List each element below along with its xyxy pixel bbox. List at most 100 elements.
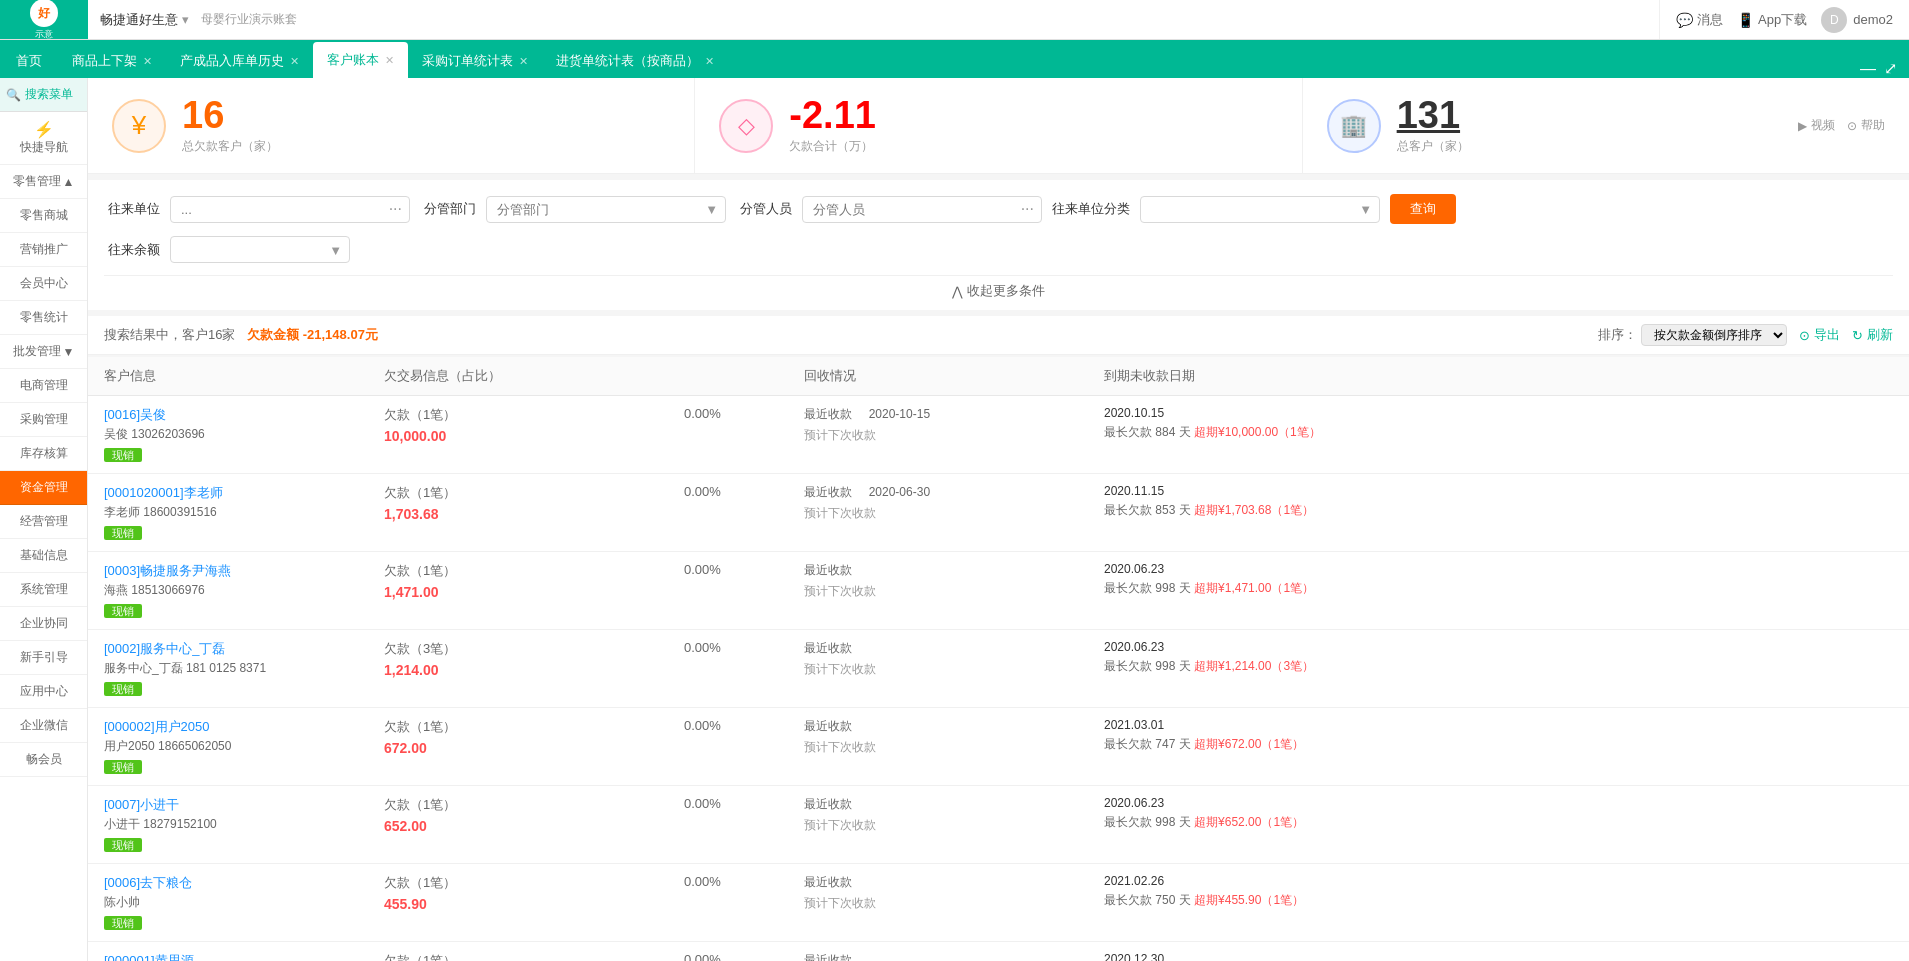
balance-label: 往来余额: [104, 241, 160, 259]
overdue-link-1[interactable]: 超期¥10,000.00（1笔）: [1194, 425, 1321, 439]
from-unit-input[interactable]: [170, 196, 410, 223]
tab-maximize-btn[interactable]: ⤢: [1884, 59, 1897, 78]
overdue-link-5[interactable]: 超期¥672.00（1笔）: [1194, 737, 1304, 751]
sidebar-item-ecommerce[interactable]: 电商管理: [0, 369, 87, 403]
tab-home[interactable]: 首页: [0, 44, 58, 78]
help-btn[interactable]: ⊙ 帮助: [1847, 117, 1885, 134]
from-unit-label: 往来单位: [104, 200, 160, 218]
sidebar-item-system[interactable]: 系统管理: [0, 573, 87, 607]
export-btn[interactable]: ⊙ 导出: [1799, 326, 1840, 344]
logo-icon: 好: [30, 0, 58, 27]
overdue-link-6[interactable]: 超期¥652.00（1笔）: [1194, 815, 1304, 829]
customer-link-1[interactable]: [0016]吴俊: [104, 407, 166, 422]
sidebar-item-member-center[interactable]: 会员中心: [0, 267, 87, 301]
top-right-tools: 💬 消息 📱 App下载 D demo2: [1659, 0, 1909, 39]
tab-close-customer-account[interactable]: ✕: [385, 54, 394, 67]
chevron-icon-2: ▼: [63, 345, 75, 359]
sidebar-item-purchase-mgmt[interactable]: 采购管理: [0, 403, 87, 437]
collection-6: 最近收款: [804, 796, 1072, 813]
sidebar-item-retail-mgmt[interactable]: 零售管理 ▲: [0, 165, 87, 199]
customer-link-6[interactable]: [0007]小进干: [104, 797, 179, 812]
tab-bar-controls: — ⤢: [1860, 59, 1905, 78]
sidebar-item-finance[interactable]: 资金管理: [0, 471, 87, 505]
collection-8: 最近收款: [804, 952, 1072, 961]
sidebar-item-enterprise-coop[interactable]: 企业协同: [0, 607, 87, 641]
search-btn[interactable]: 查询: [1390, 194, 1456, 224]
tab-product-history[interactable]: 产成品入库单历史 ✕: [166, 44, 313, 78]
stat-card-debt-customers: ¥ 16 总欠款客户（家）: [88, 78, 695, 173]
customer-link-4[interactable]: [0002]服务中心_丁磊: [104, 641, 225, 656]
overdue-link-2[interactable]: 超期¥1,703.68（1笔）: [1194, 503, 1314, 517]
stat-card-debt-amount: ◇ -2.11 欠款合计（万）: [695, 78, 1302, 173]
overdue-days-6: 最长欠款 998 天 超期¥652.00（1笔）: [1104, 814, 1893, 831]
customer-phone-4: 服务中心_丁磊 181 0125 8371: [104, 660, 352, 677]
debt-count-3: 欠款（1笔）: [384, 562, 652, 580]
debt-count-4: 欠款（3笔）: [384, 640, 652, 658]
overdue-link-4[interactable]: 超期¥1,214.00（3笔）: [1194, 659, 1314, 673]
stat-label-debt-amount: 欠款合计（万）: [789, 138, 876, 155]
next-collection-6: 预计下次收款: [804, 817, 1072, 834]
sort-select[interactable]: 按欠款金额倒序排序: [1641, 324, 1787, 346]
sidebar-item-pro-member[interactable]: 畅会员: [0, 743, 87, 777]
sidebar-item-app-center[interactable]: 应用中心: [0, 675, 87, 709]
overdue-link-7[interactable]: 超期¥455.90（1笔）: [1194, 893, 1304, 907]
person-dots: ···: [1021, 200, 1034, 218]
tab-close-product-off[interactable]: ✕: [143, 55, 152, 68]
balance-select[interactable]: [170, 236, 350, 263]
collection-2: 最近收款 2020-06-30: [804, 484, 1072, 501]
dept-chevron: ▼: [705, 202, 718, 217]
next-collection-1: 预计下次收款: [804, 427, 1072, 444]
stats-bar: ¥ 16 总欠款客户（家） ◇ -2.11 欠款合计（万）: [88, 78, 1909, 174]
tab-close-purchase[interactable]: ✕: [519, 55, 528, 68]
dept-input[interactable]: [486, 196, 726, 223]
sidebar-item-quick-nav[interactable]: ⚡ 快捷导航: [0, 112, 87, 165]
sidebar-item-basic-info[interactable]: 基础信息: [0, 539, 87, 573]
collapse-btn[interactable]: ⋀ 收起更多条件: [104, 275, 1893, 306]
tab-minimize-btn[interactable]: —: [1860, 60, 1876, 78]
collection-4: 最近收款: [804, 640, 1072, 657]
overdue-link-3[interactable]: 超期¥1,471.00（1笔）: [1194, 581, 1314, 595]
refresh-btn[interactable]: ↻ 刷新: [1852, 326, 1893, 344]
app-download-btn[interactable]: 📱 App下载: [1737, 11, 1807, 29]
sidebar-item-batch-mgmt[interactable]: 批发管理 ▼: [0, 335, 87, 369]
sidebar-item-inventory[interactable]: 库存核算: [0, 437, 87, 471]
debt-percent-3: 0.00%: [684, 562, 772, 577]
sidebar-item-retail-stats[interactable]: 零售统计: [0, 301, 87, 335]
table-row: [0007]小进干 小进干 18279152100 现销 欠款（1笔） 652.…: [88, 786, 1909, 864]
collection-7: 最近收款: [804, 874, 1072, 891]
overdue-date-1: 2020.10.15: [1104, 406, 1893, 420]
col-header-customer: 客户信息: [88, 357, 368, 396]
customer-phone-7: 陈小帅: [104, 894, 352, 911]
sidebar-item-marketing[interactable]: 营销推广: [0, 233, 87, 267]
customer-phone-3: 海燕 18513066976: [104, 582, 352, 599]
user-profile-btn[interactable]: D demo2: [1821, 7, 1893, 33]
sidebar-item-operations[interactable]: 经营管理: [0, 505, 87, 539]
view-btn[interactable]: ▶ 视频: [1798, 117, 1835, 134]
customer-phone-2: 李老师 18600391516: [104, 504, 352, 521]
tab-incoming-stats[interactable]: 进货单统计表（按商品） ✕: [542, 44, 728, 78]
sidebar-search[interactable]: 🔍 搜索菜单: [0, 78, 87, 112]
tab-purchase-order[interactable]: 采购订单统计表 ✕: [408, 44, 542, 78]
customer-link-3[interactable]: [0003]畅捷服务尹海燕: [104, 563, 231, 578]
unit-classify-input[interactable]: [1140, 196, 1380, 223]
customer-link-8[interactable]: [000001]黄思源: [104, 953, 194, 961]
username: demo2: [1853, 12, 1893, 27]
person-input[interactable]: [802, 196, 1042, 223]
sidebar-item-new-guide[interactable]: 新手引导: [0, 641, 87, 675]
tab-customer-account[interactable]: 客户账本 ✕: [313, 42, 408, 78]
tag-1: 现销: [104, 448, 142, 462]
tab-bar: 首页 商品上下架 ✕ 产成品入库单历史 ✕ 客户账本 ✕ 采购订单统计表 ✕ 进…: [0, 40, 1909, 78]
debt-percent-1: 0.00%: [684, 406, 772, 421]
tab-close-incoming[interactable]: ✕: [705, 55, 714, 68]
sidebar-item-enterprise-wechat[interactable]: 企业微信: [0, 709, 87, 743]
unit-classify-chevron: ▼: [1359, 202, 1372, 217]
customer-phone-1: 吴俊 13026203696: [104, 426, 352, 443]
customer-link-7[interactable]: [0006]去下粮仓: [104, 875, 192, 890]
customer-link-2[interactable]: [0001020001]李老师: [104, 485, 223, 500]
tab-product-off[interactable]: 商品上下架 ✕: [58, 44, 166, 78]
tab-close-product-history[interactable]: ✕: [290, 55, 299, 68]
customer-phone-5: 用户2050 18665062050: [104, 738, 352, 755]
message-btn[interactable]: 💬 消息: [1676, 11, 1723, 29]
sidebar-item-retail-mall[interactable]: 零售商城: [0, 199, 87, 233]
customer-link-5[interactable]: [000002]用户2050: [104, 719, 210, 734]
